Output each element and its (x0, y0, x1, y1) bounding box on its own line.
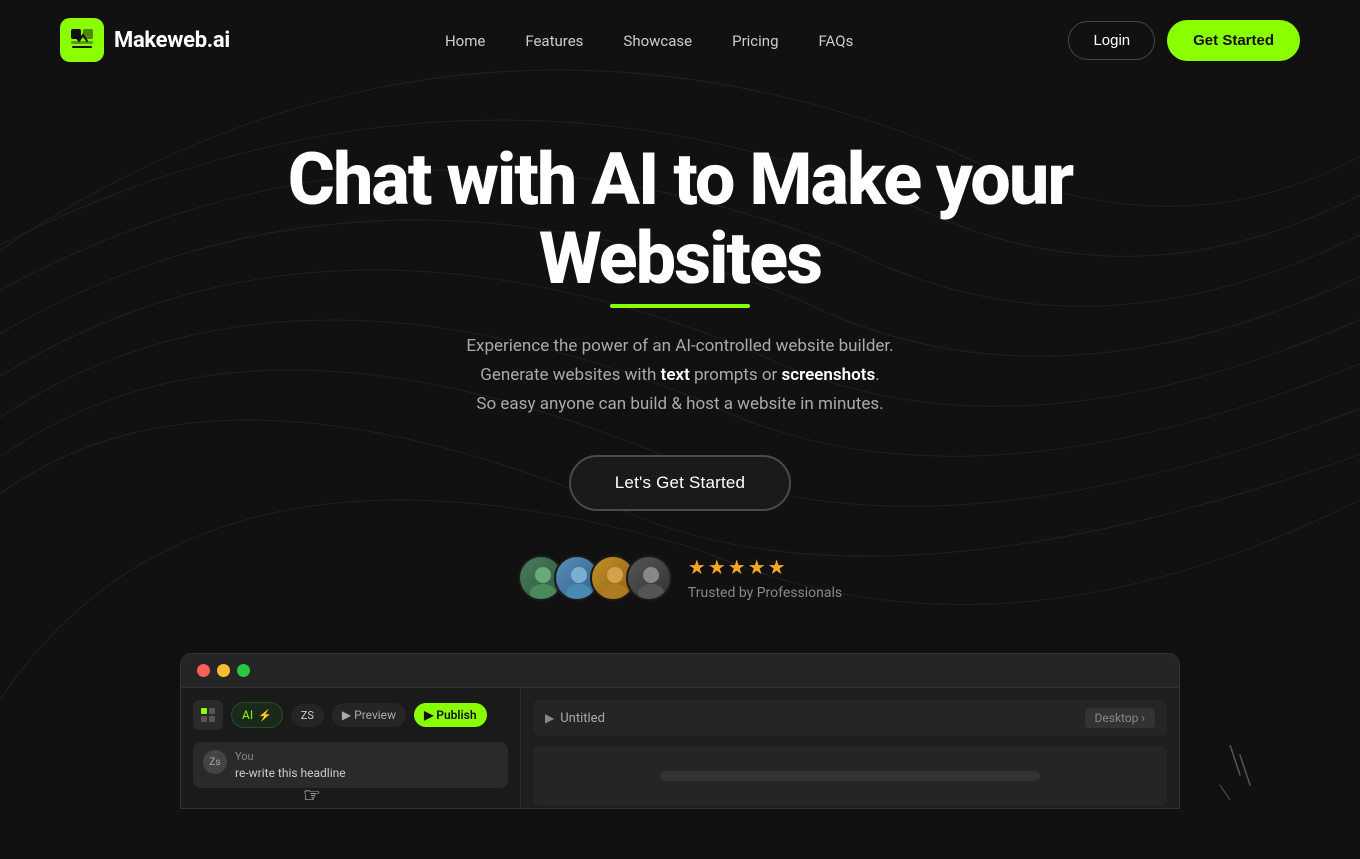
browser-mockup: AI ⚡ ZS ▶ Preview ▶ Publish Zs (180, 653, 1180, 809)
nav-showcase[interactable]: Showcase (623, 32, 692, 50)
chat-user-avatar: Zs (203, 750, 227, 774)
traffic-light-close (197, 664, 210, 677)
preview-viewport-selector[interactable]: Desktop › (1085, 708, 1155, 728)
subtitle-line2-mid: prompts or (690, 365, 782, 385)
browser-content: AI ⚡ ZS ▶ Preview ▶ Publish Zs (181, 688, 1179, 808)
trusted-text: Trusted by Professionals (688, 585, 842, 601)
nav-faqs[interactable]: FAQs (819, 32, 854, 50)
chat-text-area: You re-write this headline (235, 750, 498, 780)
logo-text: Makeweb.ai (114, 28, 230, 53)
publish-toolbar-btn[interactable]: ▶ Publish (414, 703, 486, 727)
user-toolbar-btn: ZS (291, 704, 324, 727)
logo-icon (60, 18, 104, 62)
browser-toolbar: AI ⚡ ZS ▶ Preview ▶ Publish (193, 700, 508, 730)
ai-toolbar-btn[interactable]: AI ⚡ (231, 702, 283, 728)
hero-subtitle: Experience the power of an AI-controlled… (466, 332, 893, 419)
traffic-light-minimize (217, 664, 230, 677)
traffic-lights (197, 664, 250, 677)
subtitle-bold1: text (661, 365, 690, 385)
browser-preview-area: ▶ Untitled Desktop › (521, 688, 1179, 808)
chat-username: You (235, 750, 498, 763)
subtitle-bold2: screenshots (782, 365, 876, 385)
nav-home[interactable]: Home (445, 32, 485, 50)
subtitle-line1: Experience the power of an AI-controlled… (466, 336, 893, 356)
nav-actions: Login Get Started (1068, 20, 1300, 61)
login-button[interactable]: Login (1068, 21, 1155, 60)
title-underline (610, 304, 750, 308)
nav-links: Home Features Showcase Pricing FAQs (445, 31, 853, 50)
social-proof: ★ ★ ★ ★ ★ Trusted by Professionals (518, 555, 842, 601)
nav-pricing[interactable]: Pricing (732, 32, 778, 50)
sidebar-icon (193, 700, 223, 730)
preview-bar: ▶ Untitled Desktop › (533, 700, 1167, 736)
subtitle-line3: So easy anyone can build & host a websit… (476, 394, 883, 414)
cta-button[interactable]: Let's Get Started (569, 455, 791, 511)
subtitle-line2-prefix: Generate websites with (480, 365, 660, 385)
browser-bar (181, 654, 1179, 688)
chat-bubble: Zs You re-write this headline (193, 742, 508, 788)
preview-tab-title: Untitled (560, 711, 605, 726)
traffic-light-fullscreen (237, 664, 250, 677)
preview-toolbar-btn[interactable]: ▶ Preview (332, 703, 406, 727)
preview-content (533, 746, 1167, 806)
browser-sidebar: AI ⚡ ZS ▶ Preview ▶ Publish Zs (181, 688, 521, 808)
preview-title: ▶ Untitled (545, 711, 605, 726)
logo-link[interactable]: Makeweb.ai (60, 18, 230, 62)
subtitle-line2-suffix: . (875, 365, 879, 385)
viewport-label: Desktop › (1095, 711, 1145, 725)
avatar-group (518, 555, 672, 601)
nav-features[interactable]: Features (525, 32, 583, 50)
chat-message: re-write this headline (235, 766, 498, 780)
social-text: ★ ★ ★ ★ ★ Trusted by Professionals (688, 555, 842, 601)
avatar (626, 555, 672, 601)
hero-title: Chat with AI to Make your Websites (230, 140, 1130, 298)
star-rating: ★ ★ ★ ★ ★ (688, 555, 842, 579)
get-started-button[interactable]: Get Started (1167, 20, 1300, 61)
hero-section: Chat with AI to Make your Websites Exper… (0, 80, 1360, 601)
navbar: Makeweb.ai Home Features Showcase Pricin… (0, 0, 1360, 80)
preview-content-placeholder (660, 771, 1040, 781)
